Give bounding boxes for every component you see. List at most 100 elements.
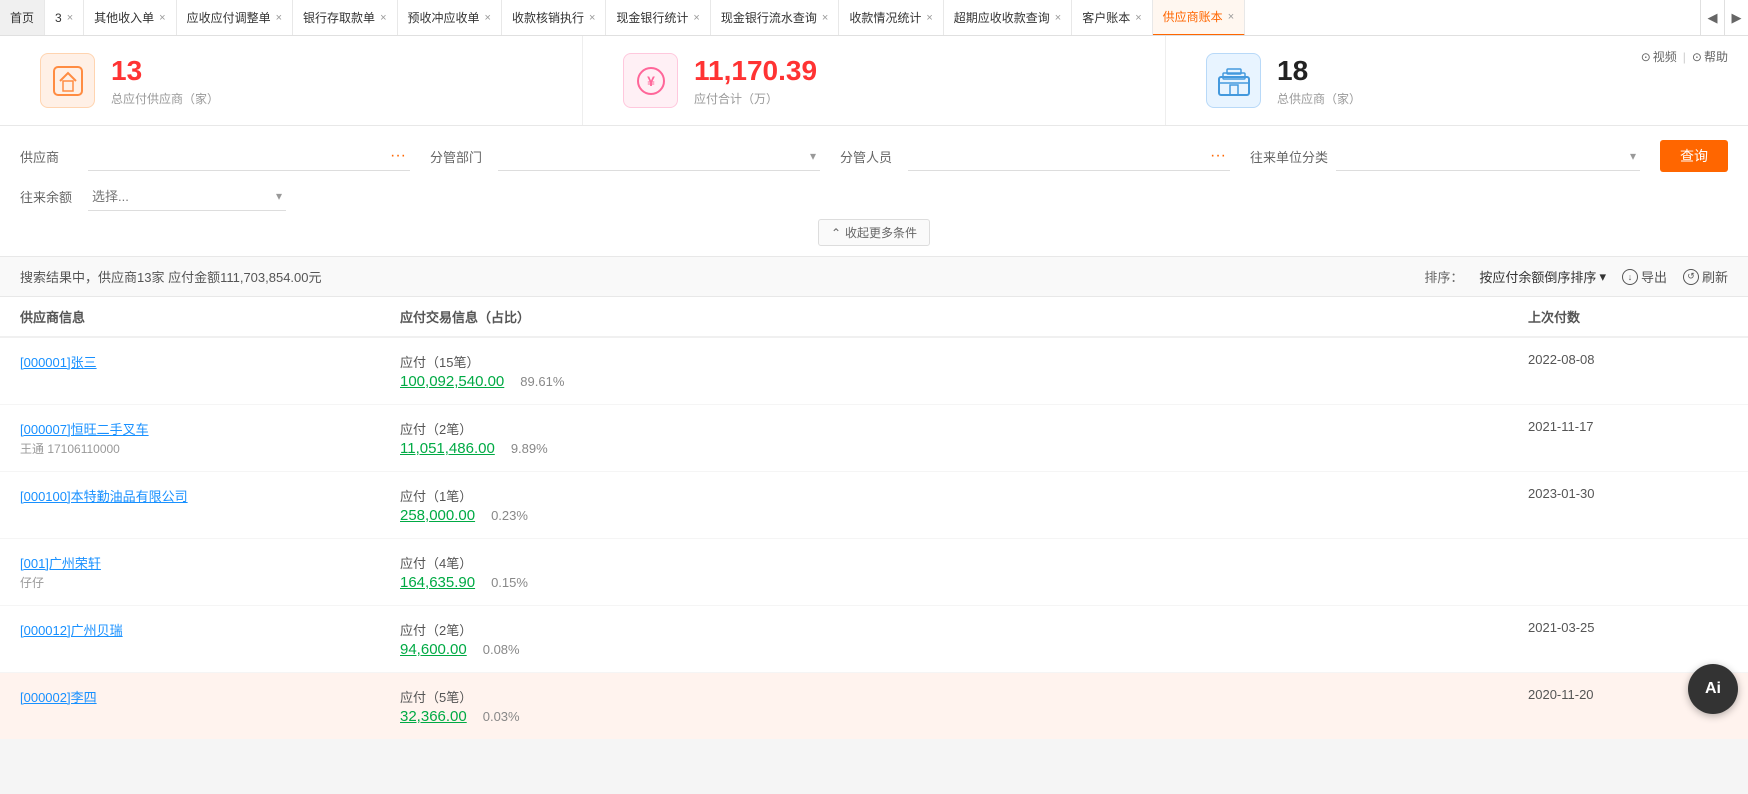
person-dots-icon[interactable]: ··· xyxy=(1206,147,1230,165)
payment-pct: 89.61% xyxy=(520,374,564,389)
nav-scroll-arrows: ◀ ▶ xyxy=(1700,0,1748,36)
lastpay-col: 2023-01-30 xyxy=(1528,486,1728,501)
nav-tab-advance-collect-close[interactable]: × xyxy=(485,12,491,24)
sort-select[interactable]: 按应付余额倒序排序 ▾ xyxy=(1479,267,1606,286)
supplier-dots-icon[interactable]: ··· xyxy=(386,147,410,165)
payment-row: 164,635.90 0.15% xyxy=(400,572,1528,591)
lastpay-col: 2021-11-17 xyxy=(1528,419,1728,434)
department-chevron-icon[interactable]: ▾ xyxy=(806,149,820,163)
nav-tab-overdue-collect-close[interactable]: × xyxy=(1055,12,1061,24)
nav-arrow-left[interactable]: ◀ xyxy=(1700,0,1724,36)
stat-payable-amount: ¥ 11,170.39 应付合计（万） xyxy=(583,36,1166,125)
payment-amount-link[interactable]: 258,000.00 xyxy=(400,507,475,524)
nav-tab-cash-bank-stat-close[interactable]: × xyxy=(693,12,699,24)
nav-tab-bank-deposit-label: 银行存取款单 xyxy=(303,9,375,26)
nav-tab-customer-account[interactable]: 客户账本 × xyxy=(1072,0,1152,36)
balance-filter-label: 往来余额 xyxy=(20,187,80,206)
payable-amount-label: 应付合计（万） xyxy=(694,90,817,107)
collapse-button[interactable]: ⌃ 收起更多条件 xyxy=(818,219,930,246)
payment-label: 应付（15笔） xyxy=(400,352,1528,371)
nav-arrow-right[interactable]: ▶ xyxy=(1724,0,1748,36)
nav-tab-payable-adjust-label: 应收应付调整单 xyxy=(187,9,271,26)
nav-tab-cash-bank-flow-close[interactable]: × xyxy=(822,12,828,24)
divider: | xyxy=(1683,50,1686,64)
filter-row-2: 往来余额 ▾ xyxy=(20,182,1728,211)
nav-tab-home[interactable]: 首页 xyxy=(0,0,45,36)
nav-tab-advance-collect[interactable]: 预收冲应收单 × xyxy=(398,0,502,36)
refresh-button[interactable]: ↺ 刷新 xyxy=(1683,267,1728,286)
supplier-table: 供应商信息 应付交易信息（占比） 上次付数 [000001]张三 应付（15笔）… xyxy=(0,297,1748,740)
payable-amount-text: 11,170.39 应付合计（万） xyxy=(694,54,817,107)
top-right-links: ⊙ 视频 | ⊙ 帮助 xyxy=(1641,48,1728,65)
payment-label: 应付（2笔） xyxy=(400,620,1528,639)
supplier-info-col: [000002]李四 xyxy=(20,687,400,708)
nav-tab-cash-bank-stat[interactable]: 现金银行统计 × xyxy=(606,0,710,36)
supplier-info-col: [000012]广州贝瑞 xyxy=(20,620,400,641)
department-input[interactable] xyxy=(498,142,806,170)
person-input-container: ··· xyxy=(908,142,1230,171)
nav-tab-collect-verify[interactable]: 收款核销执行 × xyxy=(502,0,606,36)
table-row: [000007]恒旺二手叉车 王通 17106110000 应付（2笔） 11,… xyxy=(0,405,1748,472)
nav-tab-collect-stat-close[interactable]: × xyxy=(926,12,932,24)
nav-tab-payable-adjust[interactable]: 应收应付调整单 × xyxy=(177,0,293,36)
nav-tab-payable-adjust-close[interactable]: × xyxy=(276,12,282,24)
nav-tab-customer-account-close[interactable]: × xyxy=(1135,12,1141,24)
supplier-input[interactable] xyxy=(88,142,386,170)
nav-tab-collect-verify-close[interactable]: × xyxy=(589,12,595,24)
category-input-container: ▾ xyxy=(1336,142,1640,171)
nav-tab-3[interactable]: 3 × xyxy=(45,0,84,36)
sort-label: 排序： xyxy=(1424,267,1463,286)
supplier-name-link[interactable]: [000001]张三 xyxy=(20,352,400,371)
supplier-name-link[interactable]: [000007]恒旺二手叉车 xyxy=(20,419,400,438)
ai-button[interactable]: Ai xyxy=(1688,664,1738,714)
nav-tab-bank-deposit-close[interactable]: × xyxy=(380,12,386,24)
payable-suppliers-label: 总应付供应商（家） xyxy=(111,90,219,107)
video-link[interactable]: 视频 xyxy=(1653,48,1677,65)
payment-pct: 0.03% xyxy=(483,709,520,724)
nav-tab-cash-bank-flow[interactable]: 现金银行流水查询 × xyxy=(711,0,839,36)
payment-row: 94,600.00 0.08% xyxy=(400,639,1528,658)
nav-tab-other-income-close[interactable]: × xyxy=(159,12,165,24)
nav-tab-overdue-collect[interactable]: 超期应收收款查询 × xyxy=(944,0,1072,36)
lastpay-date: 2022-08-08 xyxy=(1528,352,1595,367)
payment-amount-link[interactable]: 164,635.90 xyxy=(400,574,475,591)
nav-tab-supplier-account[interactable]: 供应商账本 × xyxy=(1153,0,1245,36)
supplier-name-link[interactable]: [000100]本特勤油品有限公司 xyxy=(20,486,400,505)
category-input[interactable] xyxy=(1336,142,1626,170)
sort-chevron-icon: ▾ xyxy=(1599,269,1606,285)
balance-input[interactable] xyxy=(88,182,272,210)
payment-amount-link[interactable]: 11,051,486.00 xyxy=(400,440,495,457)
payment-pct: 0.23% xyxy=(491,508,528,523)
nav-tab-collect-stat[interactable]: 收款情况统计 × xyxy=(839,0,943,36)
query-button[interactable]: 查询 xyxy=(1660,140,1728,172)
result-summary-text: 搜索结果中，供应商13家 应付金额111,703,854.00元 xyxy=(20,267,322,286)
table-row: [000012]广州贝瑞 应付（2笔） 94,600.00 0.08% 2021… xyxy=(0,606,1748,673)
payment-amount-link[interactable]: 32,366.00 xyxy=(400,708,467,725)
payment-amount-link[interactable]: 100,092,540.00 xyxy=(400,373,504,390)
payment-row: 11,051,486.00 9.89% xyxy=(400,438,1528,457)
balance-chevron-icon[interactable]: ▾ xyxy=(272,189,286,203)
person-input[interactable] xyxy=(908,142,1206,170)
department-input-container: ▾ xyxy=(498,142,820,171)
payment-pct: 0.15% xyxy=(491,575,528,590)
table-header: 供应商信息 应付交易信息（占比） 上次付数 xyxy=(0,297,1748,338)
sort-value: 按应付余额倒序排序 xyxy=(1479,267,1596,286)
nav-tab-bank-deposit[interactable]: 银行存取款单 × xyxy=(293,0,397,36)
help-link[interactable]: 帮助 xyxy=(1704,48,1728,65)
filter-department: 分管部门 ▾ xyxy=(430,142,820,171)
supplier-name-link[interactable]: [000002]李四 xyxy=(20,687,400,706)
supplier-info-col: [000007]恒旺二手叉车 王通 17106110000 xyxy=(20,419,400,457)
category-chevron-icon[interactable]: ▾ xyxy=(1626,149,1640,163)
nav-tab-other-income[interactable]: 其他收入单 × xyxy=(84,0,176,36)
nav-tab-3-close[interactable]: × xyxy=(67,12,73,24)
lastpay-date: 2023-01-30 xyxy=(1528,486,1595,501)
export-button[interactable]: ↓ 导出 xyxy=(1622,267,1667,286)
nav-tab-supplier-account-close[interactable]: × xyxy=(1228,11,1234,23)
supplier-info-col: [000100]本特勤油品有限公司 xyxy=(20,486,400,507)
payment-info-col: 应付（2笔） 11,051,486.00 9.89% xyxy=(400,419,1528,457)
payment-amount-link[interactable]: 94,600.00 xyxy=(400,641,467,658)
supplier-name-link[interactable]: [000012]广州贝瑞 xyxy=(20,620,400,639)
supplier-name-link[interactable]: [001]广州荣轩 xyxy=(20,553,400,572)
payment-info-col: 应付（4笔） 164,635.90 0.15% xyxy=(400,553,1528,591)
payment-label: 应付（1笔） xyxy=(400,486,1528,505)
